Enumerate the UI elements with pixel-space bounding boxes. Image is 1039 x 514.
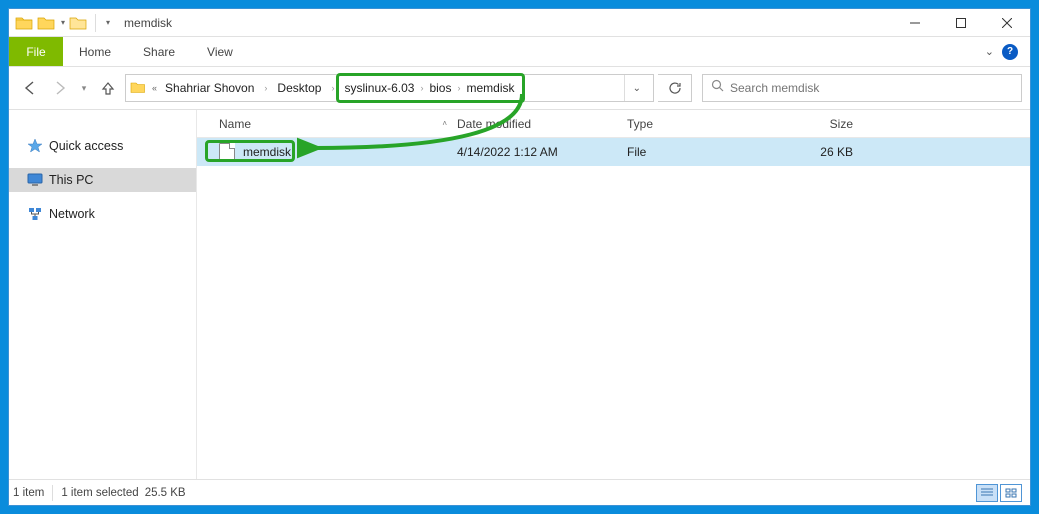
refresh-button[interactable]	[658, 74, 692, 102]
header-size[interactable]: Size	[747, 117, 867, 131]
addr-folder-icon	[130, 80, 146, 97]
nav-quick-access[interactable]: Quick access	[9, 134, 196, 158]
file-tab[interactable]: File	[9, 37, 63, 66]
address-dropdown-icon[interactable]: ⌄	[624, 75, 649, 101]
qat-open-icon[interactable]	[69, 15, 87, 31]
chevron-right-icon: ›	[457, 83, 460, 93]
forward-button[interactable]	[47, 75, 73, 101]
app-icon	[15, 15, 33, 31]
nav-label: This PC	[49, 173, 93, 187]
file-name: memdisk	[243, 145, 291, 159]
file-size: 26 KB	[747, 145, 867, 159]
window-title: memdisk	[124, 16, 172, 30]
ribbon-expand-icon[interactable]: ⌄	[985, 45, 994, 58]
network-icon	[27, 206, 43, 222]
close-button[interactable]	[984, 9, 1030, 37]
column-headers: Name ˄ Date modified Type Size	[197, 110, 1030, 138]
tab-view[interactable]: View	[191, 37, 249, 66]
recent-dropdown[interactable]: ▾	[77, 75, 91, 101]
file-type: File	[627, 145, 747, 159]
body-split: Quick access This PC Network Name ˄ Date…	[9, 109, 1030, 479]
chevron-right-icon: ›	[331, 83, 334, 93]
back-button[interactable]	[17, 75, 43, 101]
minimize-button[interactable]	[892, 9, 938, 37]
status-bar: 1 item 1 item selected 25.5 KB	[9, 479, 1030, 505]
status-selection: 1 item selected	[61, 487, 138, 499]
qat-overflow-icon[interactable]: ▾	[106, 18, 110, 27]
view-details-button[interactable]	[976, 484, 998, 502]
tab-share[interactable]: Share	[127, 37, 191, 66]
crumb-desktop[interactable]: Desktop	[273, 79, 325, 97]
header-date[interactable]: Date modified	[457, 117, 627, 131]
ribbon-tabs: File Home Share View ⌄ ?	[9, 37, 1030, 67]
crumb-syslinux[interactable]: syslinux-6.03	[340, 79, 418, 97]
address-bar[interactable]: « Shahriar Shovon › Desktop › syslinux-6…	[125, 74, 654, 102]
file-icon	[219, 143, 235, 161]
status-count: 1 item	[13, 487, 44, 499]
crumb-user[interactable]: Shahriar Shovon	[161, 79, 258, 97]
search-box[interactable]	[702, 74, 1022, 102]
search-input[interactable]	[730, 81, 1013, 95]
qat-dropdown-icon[interactable]: ▾	[61, 18, 65, 27]
maximize-button[interactable]	[938, 9, 984, 37]
crumb-bios[interactable]: bios	[425, 79, 455, 97]
explorer-window: ▾ ▾ memdisk File Home Share View ⌄	[8, 8, 1031, 506]
nav-row: ▾ « Shahriar Shovon › Desktop › syslinux…	[9, 67, 1030, 109]
view-icons-button[interactable]	[1000, 484, 1022, 502]
file-row[interactable]: memdisk 4/14/2022 1:12 AM File 26 KB	[197, 138, 1030, 166]
sort-caret-icon: ˄	[442, 119, 447, 128]
help-icon[interactable]: ?	[1002, 44, 1018, 60]
content-area: Name ˄ Date modified Type Size memdisk 4…	[197, 110, 1030, 479]
up-button[interactable]	[95, 75, 121, 101]
chevron-right-icon: ›	[420, 83, 423, 93]
nav-label: Network	[49, 207, 95, 221]
titlebar: ▾ ▾ memdisk	[9, 9, 1030, 37]
crumb-memdisk[interactable]: memdisk	[462, 79, 518, 97]
nav-network[interactable]: Network	[9, 202, 196, 226]
nav-this-pc[interactable]: This PC	[9, 168, 196, 192]
qat-folder-icon[interactable]	[37, 15, 55, 31]
search-icon	[711, 79, 724, 97]
tab-home[interactable]: Home	[63, 37, 127, 66]
navigation-pane: Quick access This PC Network	[9, 110, 197, 479]
header-type[interactable]: Type	[627, 117, 747, 131]
nav-label: Quick access	[49, 139, 123, 153]
star-icon	[27, 138, 43, 154]
status-size: 25.5 KB	[145, 487, 186, 499]
history-icon[interactable]: «	[152, 83, 157, 93]
file-date: 4/14/2022 1:12 AM	[457, 145, 627, 159]
monitor-icon	[27, 172, 43, 188]
chevron-right-icon: ›	[264, 83, 267, 93]
header-name[interactable]: Name ˄	[197, 117, 457, 131]
